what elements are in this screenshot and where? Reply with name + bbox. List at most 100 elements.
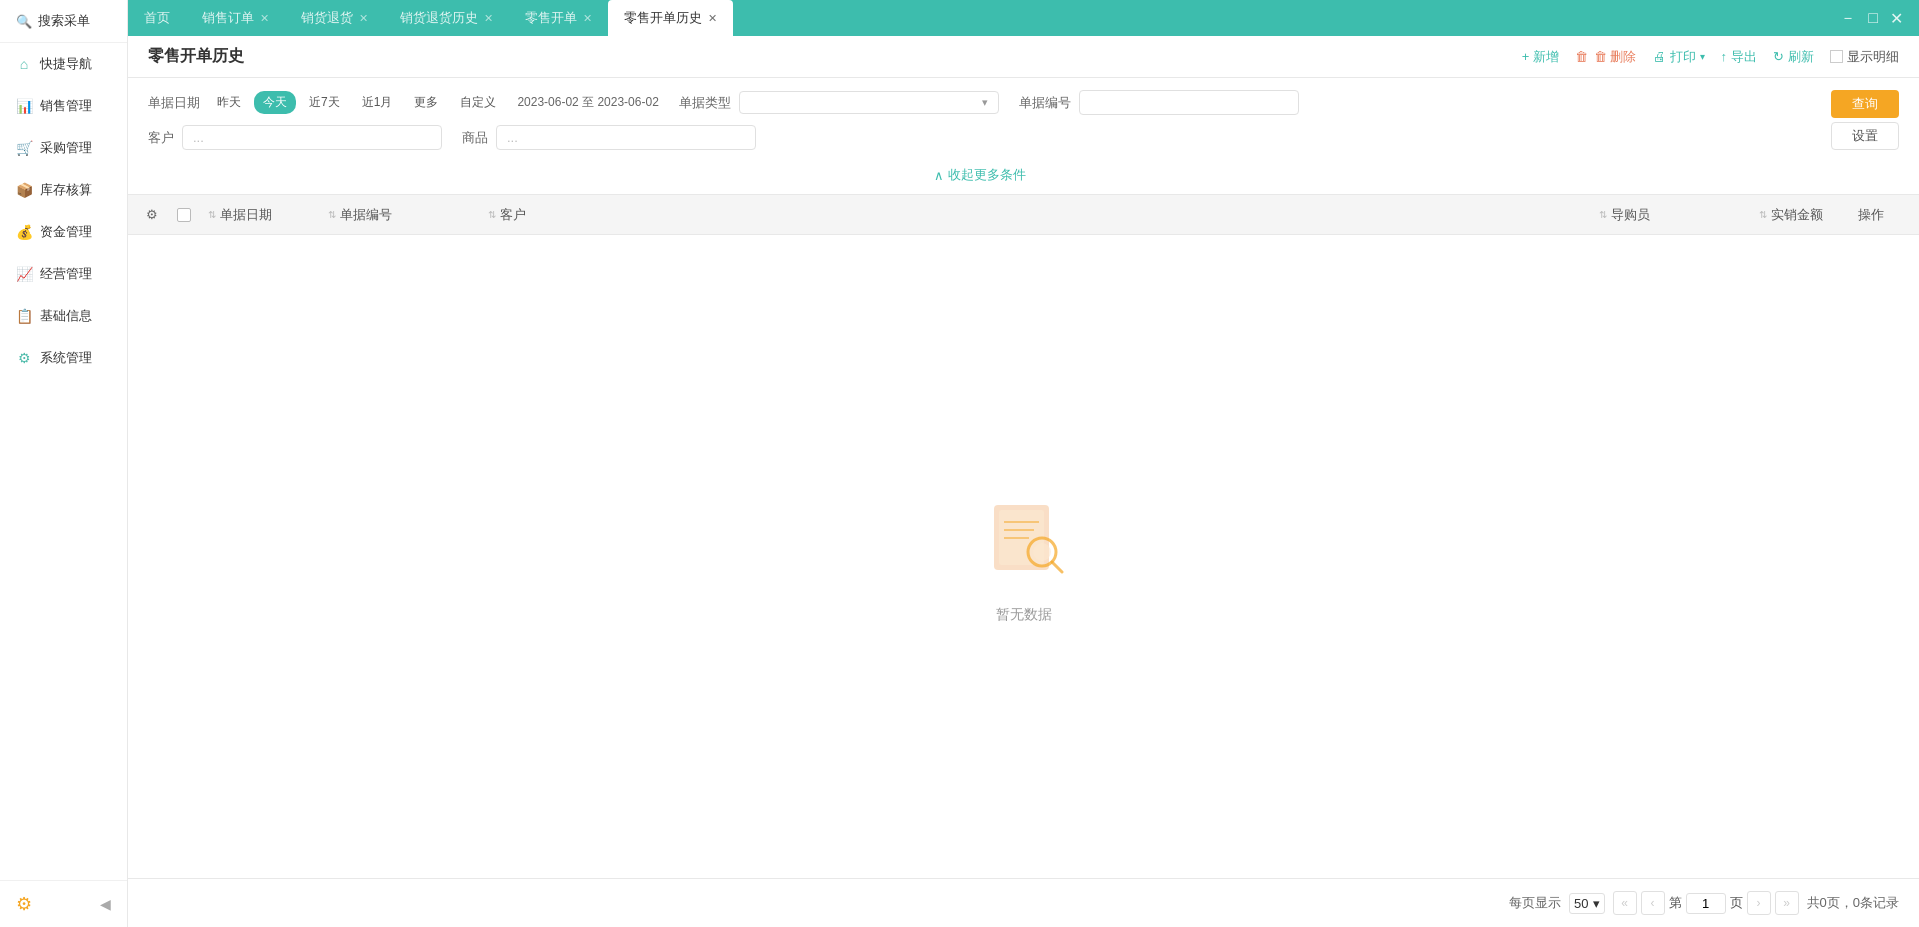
query-button[interactable]: 查询 (1831, 90, 1899, 118)
product-label: 商品 (462, 129, 488, 147)
inventory-icon: 📦 (16, 182, 32, 198)
action-buttons: 查询 设置 (1831, 90, 1899, 150)
display-detail-toggle[interactable]: 显示明细 (1830, 48, 1899, 66)
th-customer[interactable]: ⇅ 客户 (480, 206, 1591, 224)
add-button[interactable]: + 新增 (1522, 48, 1559, 66)
display-label: 显示明细 (1847, 48, 1899, 66)
sort-icon: ⇅ (1759, 209, 1767, 220)
basic-info-icon: 📋 (16, 308, 32, 324)
finance-icon: 💰 (16, 224, 32, 240)
tab-retail-open[interactable]: 零售开单 ✕ (509, 0, 608, 36)
delete-button[interactable]: 🗑 🗑 删除 (1575, 48, 1637, 66)
sidebar-item-inventory[interactable]: 📦 库存核算 (0, 169, 127, 211)
sidebar-item-quick-nav[interactable]: ⌂ 快捷导航 (0, 43, 127, 85)
window-close-btn[interactable]: ✕ (1890, 9, 1903, 28)
refresh-button[interactable]: ↻ 刷新 (1773, 48, 1814, 66)
product-placeholder: ... (507, 130, 518, 145)
th-date[interactable]: ⇅ 单据日期 (200, 206, 320, 224)
page-next-btn[interactable]: › (1747, 891, 1771, 915)
settings-gear-icon[interactable]: ⚙ (16, 893, 32, 915)
table-header: ⚙ ⇅ 单据日期 ⇅ 单据编号 ⇅ 客户 ⇅ 导购员 (128, 195, 1919, 235)
table-select-all[interactable] (168, 208, 200, 222)
sidebar-item-purchase-mgmt[interactable]: 🛒 采购管理 (0, 127, 127, 169)
content-body: 零售开单历史 + 新增 🗑 🗑 删除 🖨 打印 ▾ ↑ 导出 ↻ (128, 36, 1919, 927)
tab-retail-open-history-close[interactable]: ✕ (708, 12, 717, 25)
sidebar-item-system[interactable]: ⚙ 系统管理 (0, 337, 127, 379)
empty-state: 暂无数据 (128, 235, 1919, 878)
page-number-input[interactable] (1686, 893, 1726, 914)
collapse-more-conditions[interactable]: ∧ 收起更多条件 (148, 160, 1811, 186)
operation-icon: 📈 (16, 266, 32, 282)
tab-sales-order[interactable]: 销售订单 ✕ (186, 0, 285, 36)
sidebar-item-label: 资金管理 (40, 223, 92, 241)
tab-retail-open-history-label: 零售开单历史 (624, 9, 702, 27)
customer-placeholder: ... (193, 130, 204, 145)
sidebar-item-label: 经营管理 (40, 265, 92, 283)
main-area: 首页 销售订单 ✕ 销货退货 ✕ 销货退货历史 ✕ 零售开单 ✕ 零售开单历史 … (128, 0, 1919, 927)
sidebar-item-label: 销售管理 (40, 97, 92, 115)
per-page-label: 每页显示 (1509, 894, 1561, 912)
sort-icon: ⇅ (488, 209, 496, 220)
tab-bar: 首页 销售订单 ✕ 销货退货 ✕ 销货退货历史 ✕ 零售开单 ✕ 零售开单历史 … (128, 0, 1919, 36)
sidebar-item-label: 系统管理 (40, 349, 92, 367)
sidebar: 🔍 搜索采单 ⌂ 快捷导航 📊 销售管理 🛒 采购管理 📦 库存核算 💰 资金管… (0, 0, 128, 927)
customer-label: 客户 (148, 129, 174, 147)
th-amount-label: 实销金额 (1771, 206, 1823, 224)
customer-select[interactable]: ... (182, 125, 442, 150)
tab-retail-open-close[interactable]: ✕ (583, 12, 592, 25)
sidebar-item-sales-mgmt[interactable]: 📊 销售管理 (0, 85, 127, 127)
filter-row-2: 客户 ... 商品 ... (148, 125, 1811, 150)
page-first-btn[interactable]: « (1613, 891, 1637, 915)
tab-sales-order-close[interactable]: ✕ (260, 12, 269, 25)
tab-sales-return-label: 销货退货 (301, 9, 353, 27)
product-select[interactable]: ... (496, 125, 756, 150)
docno-input[interactable] (1079, 90, 1299, 115)
tab-retail-open-history[interactable]: 零售开单历史 ✕ (608, 0, 733, 36)
sidebar-item-operation[interactable]: 📈 经营管理 (0, 253, 127, 295)
th-no[interactable]: ⇅ 单据编号 (320, 206, 480, 224)
purchase-icon: 🛒 (16, 140, 32, 156)
tab-sales-return[interactable]: 销货退货 ✕ (285, 0, 384, 36)
filter-customer-field: 客户 ... (148, 125, 442, 150)
docno-label: 单据编号 (1019, 94, 1071, 112)
date-btn-more[interactable]: 更多 (405, 91, 447, 114)
sidebar-item-basic-info[interactable]: 📋 基础信息 (0, 295, 127, 337)
delete-icon: 🗑 (1575, 49, 1588, 64)
filter-settings-button[interactable]: 设置 (1831, 122, 1899, 150)
sidebar-item-finance[interactable]: 💰 资金管理 (0, 211, 127, 253)
page-last-btn[interactable]: » (1775, 891, 1799, 915)
date-btn-today[interactable]: 今天 (254, 91, 296, 114)
select-all-checkbox[interactable] (177, 208, 191, 222)
window-minimize-btn[interactable]: － (1840, 8, 1856, 29)
collapse-sidebar-icon[interactable]: ◀ (100, 896, 111, 912)
doctype-select[interactable]: ▾ (739, 91, 999, 114)
refresh-icon: ↻ (1773, 49, 1784, 64)
export-button[interactable]: ↑ 导出 (1721, 48, 1758, 66)
print-button[interactable]: 🖨 打印 ▾ (1653, 48, 1705, 66)
sidebar-item-label: 快捷导航 (40, 55, 92, 73)
sidebar-search[interactable]: 🔍 搜索采单 (0, 0, 127, 43)
home-icon: ⌂ (16, 56, 32, 72)
sidebar-item-label: 采购管理 (40, 139, 92, 157)
filter-date-field: 单据日期 昨天 今天 近7天 近1月 更多 自定义 2023-06-02 至 2… (148, 91, 659, 114)
export-label: 导出 (1731, 48, 1757, 66)
page-prev-btn[interactable]: ‹ (1641, 891, 1665, 915)
th-operation: 操作 (1831, 206, 1911, 224)
th-salesperson[interactable]: ⇅ 导购员 (1591, 206, 1711, 224)
date-btn-1month[interactable]: 近1月 (353, 91, 402, 114)
print-label: 打印 (1670, 48, 1696, 66)
th-amount[interactable]: ⇅ 实销金额 (1711, 206, 1831, 224)
display-checkbox[interactable] (1830, 50, 1843, 63)
window-maximize-btn[interactable]: □ (1868, 9, 1878, 27)
date-btn-7days[interactable]: 近7天 (300, 91, 349, 114)
date-btn-custom[interactable]: 自定义 (451, 91, 505, 114)
per-page-select[interactable]: 50 ▾ (1569, 893, 1604, 914)
delete-label: 🗑 删除 (1594, 48, 1637, 66)
date-btn-yesterday[interactable]: 昨天 (208, 91, 250, 114)
table-settings-icon[interactable]: ⚙ (136, 207, 168, 222)
tab-sales-return-close[interactable]: ✕ (359, 12, 368, 25)
page-header: 零售开单历史 + 新增 🗑 🗑 删除 🖨 打印 ▾ ↑ 导出 ↻ (128, 36, 1919, 78)
tab-sales-return-history[interactable]: 销货退货历史 ✕ (384, 0, 509, 36)
tab-home[interactable]: 首页 (128, 0, 186, 36)
tab-sales-return-history-close[interactable]: ✕ (484, 12, 493, 25)
